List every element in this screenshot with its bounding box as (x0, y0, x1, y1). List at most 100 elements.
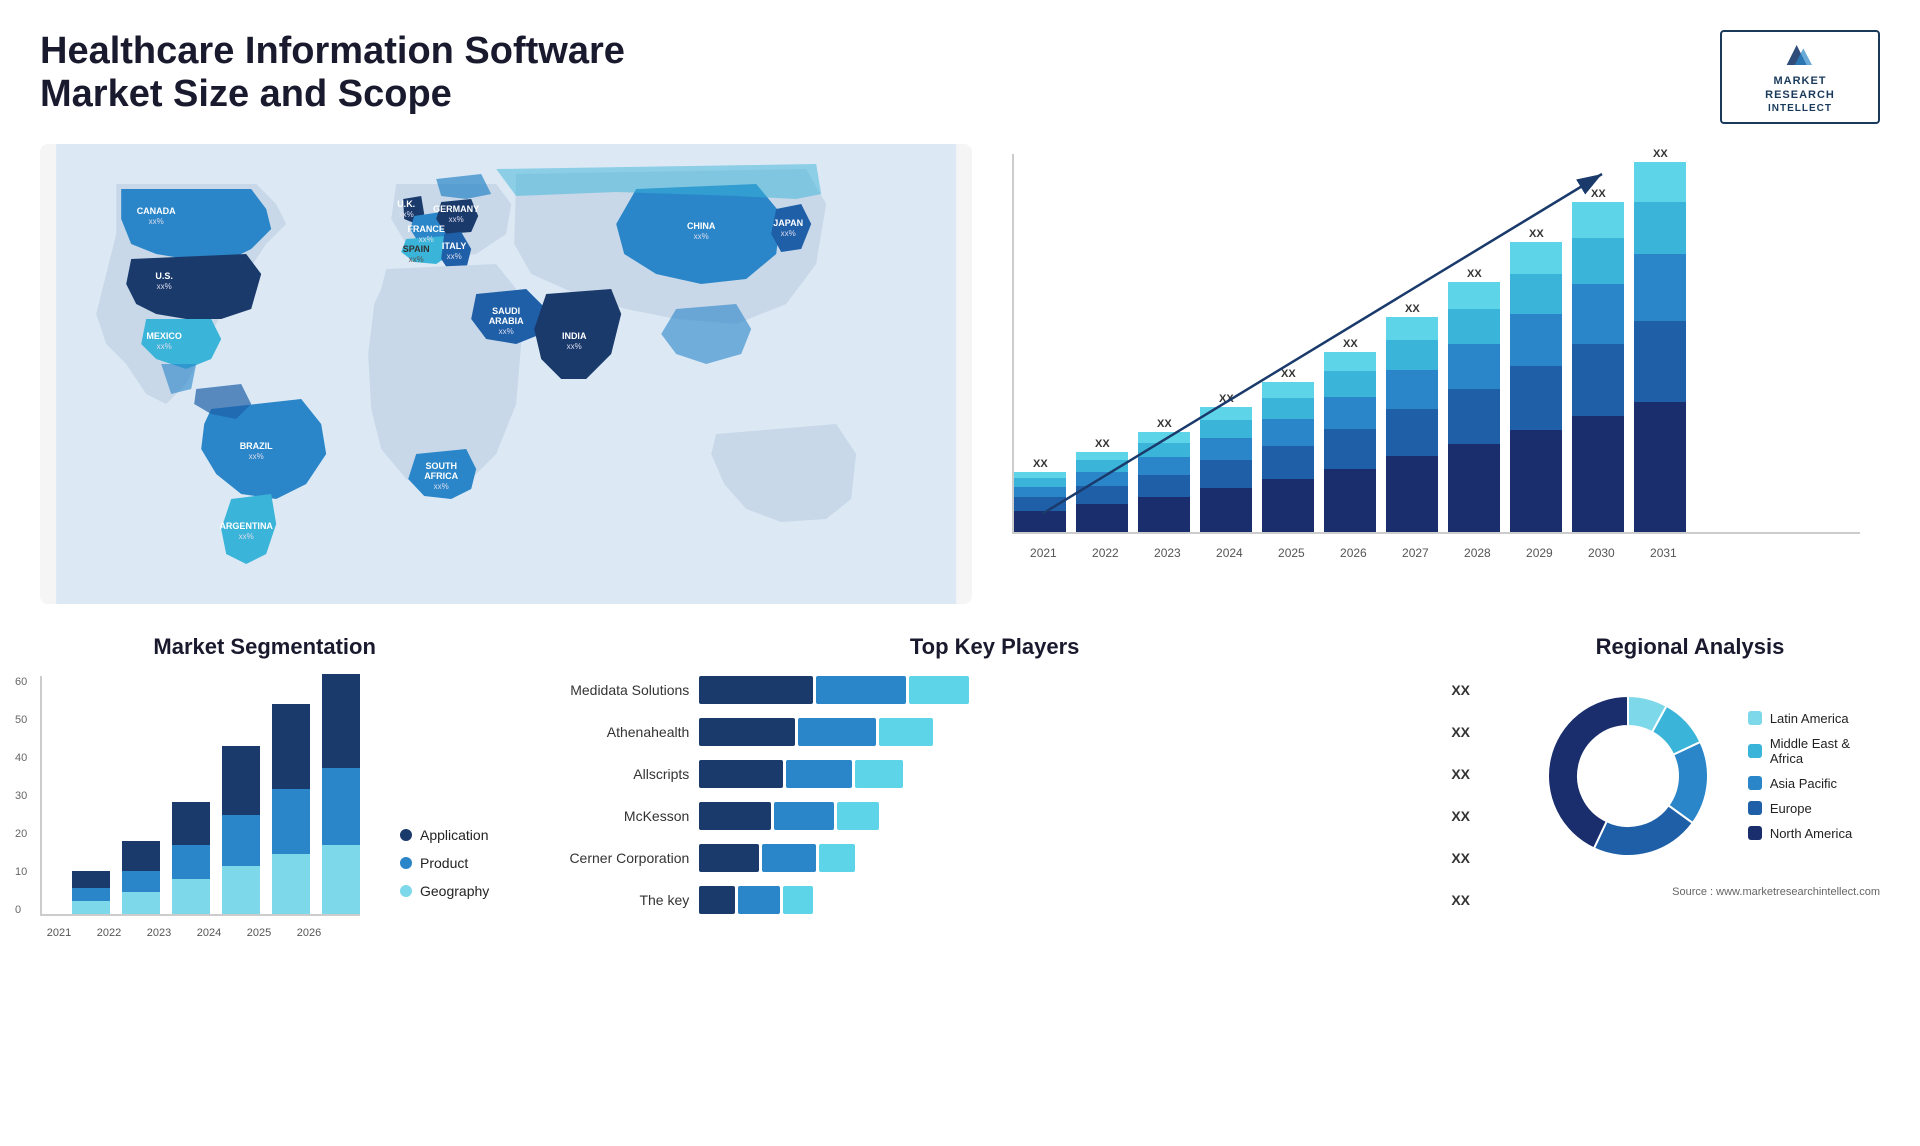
legend-text-apac: Asia Pacific (1770, 776, 1837, 791)
bar-xx-label: XX (1467, 268, 1482, 280)
svg-text:INDIA: INDIA (562, 331, 587, 341)
players-section: Top Key Players Medidata SolutionsXXAthe… (519, 634, 1470, 939)
seg-bar-segment (172, 802, 210, 845)
bar-segment (1386, 370, 1438, 409)
bar-segment (1510, 274, 1562, 315)
bar-segment (1262, 419, 1314, 446)
legend-application: Application (400, 827, 489, 843)
bar-group: XX (1448, 268, 1500, 532)
player-bar-segment (816, 676, 906, 704)
bar-segment (1324, 371, 1376, 396)
bar-chart-bars: XXXXXXXXXXXXXXXXXXXXXX (1012, 154, 1860, 534)
seg-bar-segment (172, 879, 210, 913)
bar-xx-label: XX (1343, 338, 1358, 350)
logo: MARKET RESEARCH INTELLECT (1720, 30, 1880, 124)
bar-year-label: 2025 (1260, 546, 1322, 560)
player-bars (699, 760, 1433, 788)
bar-segment (1634, 321, 1686, 402)
donut-area: Latin America Middle East &Africa Asia P… (1500, 676, 1880, 876)
seg-year-label: 2025 (240, 927, 278, 939)
svg-text:xx%: xx% (694, 232, 709, 241)
legend-color-na (1748, 826, 1762, 840)
donut-segment (1594, 805, 1693, 856)
svg-text:SAUDI: SAUDI (492, 306, 520, 316)
bar-stacked (1572, 202, 1624, 532)
player-bars (699, 676, 1433, 704)
svg-text:MEXICO: MEXICO (146, 331, 182, 341)
svg-text:xx%: xx% (409, 255, 424, 264)
player-bar-segment (798, 718, 876, 746)
seg-bar-segment (322, 674, 360, 768)
bar-year-label: 2029 (1508, 546, 1570, 560)
seg-stacked (172, 802, 210, 913)
legend-europe: Europe (1748, 801, 1852, 816)
bar-segment (1386, 456, 1438, 531)
player-bar-segment (909, 676, 969, 704)
legend-text-na: North America (1770, 826, 1852, 841)
legend-text-europe: Europe (1770, 801, 1812, 816)
player-bar-segment (762, 844, 816, 872)
seg-year-label: 2024 (190, 927, 228, 939)
svg-text:xx%: xx% (239, 532, 254, 541)
bar-year-label: 2021 (1012, 546, 1074, 560)
bar-group: XX (1634, 148, 1686, 532)
legend-geography: Geography (400, 883, 489, 899)
bar-segment (1014, 511, 1066, 532)
player-bars (699, 886, 1433, 914)
logo-icon (1780, 40, 1820, 70)
bar-segment (1138, 457, 1190, 475)
bar-xx-label: XX (1281, 368, 1296, 380)
bar-year-label: 2027 (1384, 546, 1446, 560)
legend-label-application: Application (420, 827, 489, 843)
seg-bar-segment (122, 871, 160, 892)
player-name: The key (519, 892, 689, 908)
seg-y60: 60 (15, 676, 27, 688)
player-bar-segment (699, 760, 783, 788)
player-bar-segment (774, 802, 834, 830)
bar-segment (1448, 282, 1500, 310)
player-bar-segment (699, 718, 795, 746)
legend-color-europe (1748, 801, 1762, 815)
world-map: CANADA xx% U.S. xx% MEXICO xx% BRAZIL xx… (40, 144, 972, 604)
svg-text:xx%: xx% (419, 235, 434, 244)
bar-xx-label: XX (1033, 458, 1048, 470)
bar-year-label: 2022 (1074, 546, 1136, 560)
bar-year-label: 2023 (1136, 546, 1198, 560)
bar-stacked (1076, 452, 1128, 532)
seg-stacked (322, 674, 360, 914)
seg-y20: 20 (15, 828, 27, 840)
seg-bar-segment (272, 704, 310, 790)
bar-segment (1138, 475, 1190, 497)
player-name: Cerner Corporation (519, 850, 689, 866)
svg-text:AFRICA: AFRICA (424, 471, 458, 481)
svg-text:BRAZIL: BRAZIL (240, 441, 273, 451)
bar-group: XX (1076, 438, 1128, 532)
seg-year-label: 2021 (40, 927, 78, 939)
player-xx-label: XX (1451, 808, 1470, 824)
bar-xx-label: XX (1529, 228, 1544, 240)
svg-text:U.K.: U.K. (397, 199, 415, 209)
bar-segment (1076, 460, 1128, 471)
svg-text:U.S.: U.S. (155, 271, 173, 281)
bar-xx-label: XX (1157, 418, 1172, 430)
legend-middle-east: Middle East &Africa (1748, 736, 1852, 766)
seg-year-label: 2023 (140, 927, 178, 939)
bar-segment (1448, 309, 1500, 344)
bar-year-label: 2030 (1570, 546, 1632, 560)
bar-stacked (1324, 352, 1376, 532)
bar-xx-label: XX (1591, 188, 1606, 200)
player-name: Allscripts (519, 766, 689, 782)
player-bar-segment (819, 844, 855, 872)
player-bar-segment (786, 760, 852, 788)
bar-group: XX (1324, 338, 1376, 532)
legend-north-america: North America (1748, 826, 1852, 841)
svg-text:CHINA: CHINA (687, 221, 716, 231)
bar-segment (1634, 162, 1686, 203)
player-bar-segment (783, 886, 813, 914)
seg-y40: 40 (15, 752, 27, 764)
header: Healthcare Information Software Market S… (40, 30, 1880, 124)
bar-year-label: 2024 (1198, 546, 1260, 560)
svg-text:FRANCE: FRANCE (407, 224, 445, 234)
player-row: AthenahealthXX (519, 718, 1470, 746)
seg-bar-group (122, 841, 160, 914)
